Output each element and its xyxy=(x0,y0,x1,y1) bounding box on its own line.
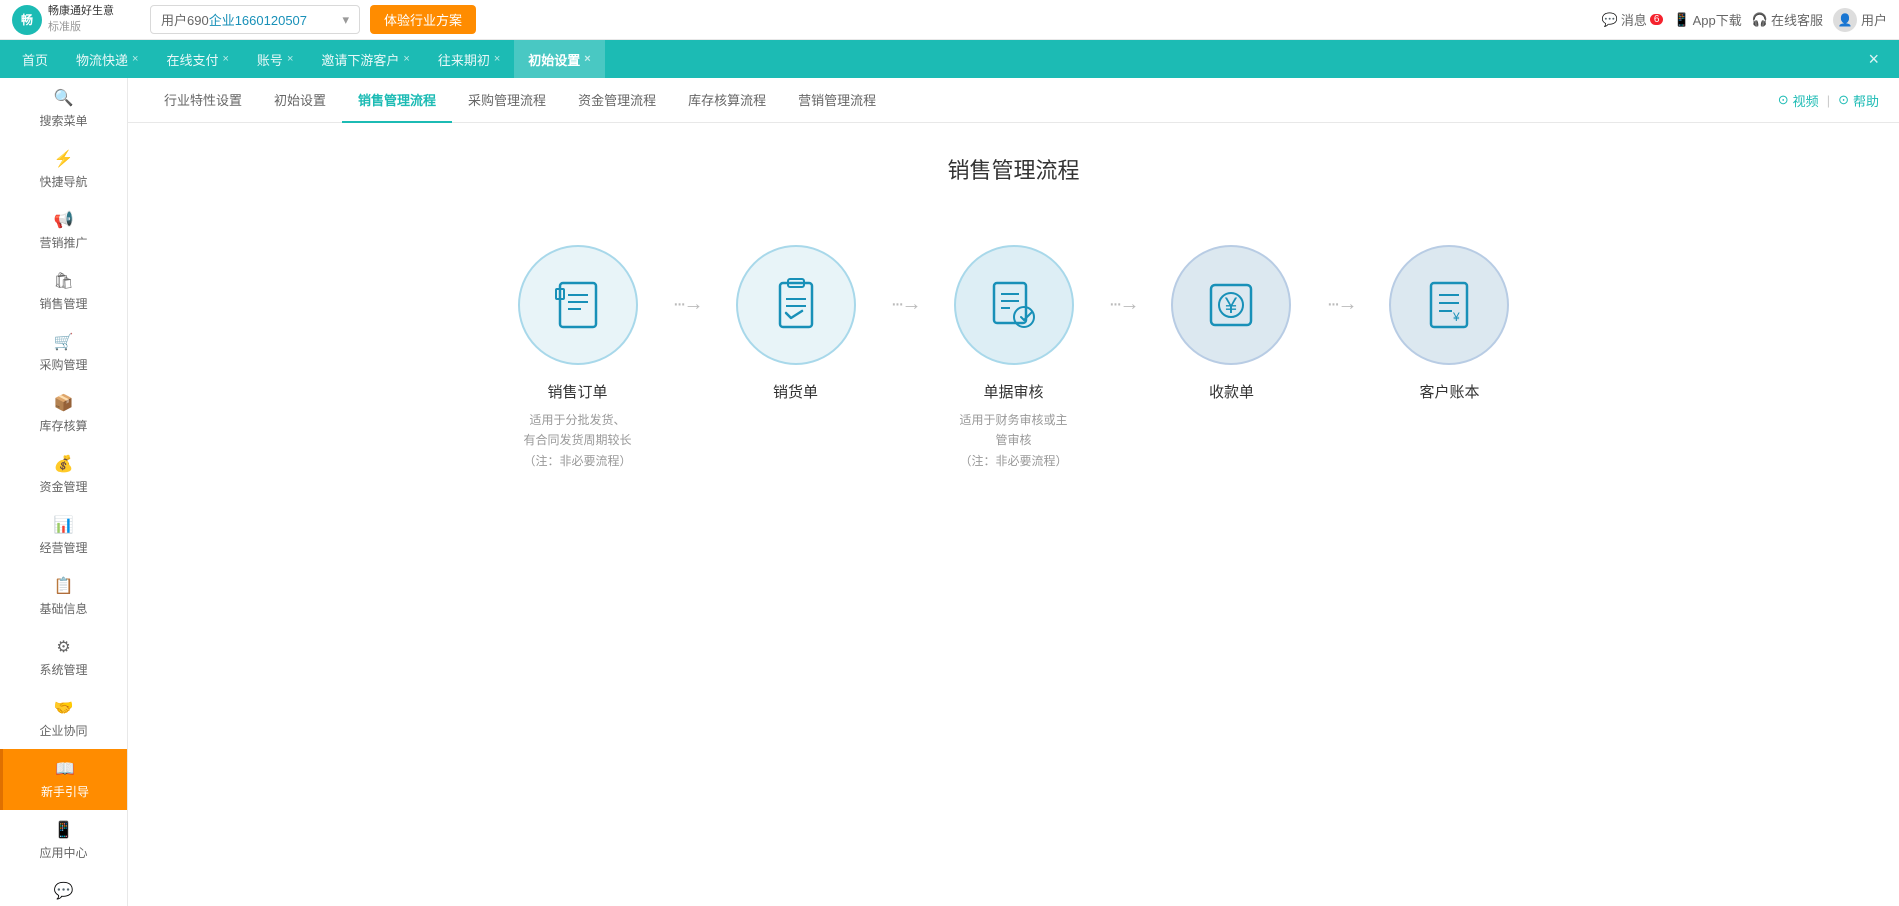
online-service-btn[interactable]: 🎧 在线客服 xyxy=(1752,10,1823,29)
flow-arrow-4: ···→ xyxy=(1326,245,1354,316)
search-icon: 🔍 xyxy=(54,88,74,108)
flow-diagram: 销售订单 适用于分批发货、有合同发货周期较长（注：非必要流程） ···→ xyxy=(168,245,1859,471)
user-label: 用户690企业1660120507 xyxy=(161,10,307,29)
phone-icon: 📱 xyxy=(1673,12,1689,28)
step-title-audit: 单据审核 xyxy=(983,381,1043,402)
step-desc-sales-order: 适用于分批发货、有合同发货周期较长（注：非必要流程） xyxy=(524,410,632,471)
subtab-marketing-flow[interactable]: 营销管理流程 xyxy=(782,78,892,123)
nav-tab-initial-setup[interactable]: 初始设置 × xyxy=(514,40,604,78)
step-desc-audit: 适用于财务审核或主管审核（注：非必要流程） xyxy=(959,410,1067,471)
subtab-industry[interactable]: 行业特性设置 xyxy=(148,78,258,123)
subtab-purchase-flow[interactable]: 采购管理流程 xyxy=(452,78,562,123)
nav-tab-home[interactable]: 首页 xyxy=(8,40,62,78)
app-icon: 📱 xyxy=(54,820,74,840)
sales-icon: 🛍 xyxy=(53,271,73,291)
subtab-stock-flow[interactable]: 库存核算流程 xyxy=(672,78,782,123)
logo: 畅 畅康通好生意 标准版 xyxy=(12,4,140,35)
flow-step-receipt[interactable]: ¥ 收款单 xyxy=(1141,245,1321,410)
close-icon[interactable]: × xyxy=(584,53,590,65)
nav-tab-payment[interactable]: 在线支付 × xyxy=(152,40,242,78)
sidebar-item-business[interactable]: 📊 经营管理 xyxy=(0,505,127,566)
close-icon[interactable]: × xyxy=(403,53,409,65)
subtab-initial[interactable]: 初始设置 xyxy=(258,78,342,123)
app-download-btn[interactable]: 📱 App下载 xyxy=(1673,10,1741,29)
sidebar-item-appcenter[interactable]: 📱 应用中心 xyxy=(0,810,127,871)
close-icon[interactable]: × xyxy=(132,53,138,65)
step-title-sales-order: 销售订单 xyxy=(548,381,608,402)
subtab-finance-flow[interactable]: 资金管理流程 xyxy=(562,78,672,123)
sidebar-item-basicinfo[interactable]: 📋 基础信息 xyxy=(0,566,127,627)
svg-text:¥: ¥ xyxy=(1224,293,1238,318)
finance-icon: 💰 xyxy=(54,454,74,474)
sidebar-item-sales[interactable]: 🛍 销售管理 xyxy=(0,261,127,322)
business-icon: 📊 xyxy=(54,515,74,535)
help-link[interactable]: ⊙ 帮助 xyxy=(1838,91,1879,110)
headset-icon: 🎧 xyxy=(1752,12,1768,28)
flow-step-sales-order[interactable]: 销售订单 适用于分批发货、有合同发货周期较长（注：非必要流程） xyxy=(488,245,668,471)
step-title-delivery: 销货单 xyxy=(773,381,818,402)
close-icon[interactable]: × xyxy=(222,53,228,65)
gear-icon: ⚙ xyxy=(56,637,70,657)
nav-tab-period[interactable]: 往来期初 × xyxy=(424,40,514,78)
step-title-account: 客户账本 xyxy=(1419,381,1479,402)
flow-arrow-2: ···→ xyxy=(891,245,919,316)
close-icon[interactable]: × xyxy=(494,53,500,65)
sidebar-item-marketing[interactable]: 📢 营销推广 xyxy=(0,200,127,261)
avatar-icon: 👤 xyxy=(1833,8,1857,32)
sidebar-item-enterprise[interactable]: 🤝 企业协同 xyxy=(0,688,127,749)
nav-close-all[interactable]: × xyxy=(1856,49,1891,70)
message-badge: 6 xyxy=(1650,14,1664,25)
info-icon: 📋 xyxy=(54,576,74,596)
logo-line1: 畅康通好生意 xyxy=(48,4,114,19)
flow-step-audit[interactable]: 单据审核 适用于财务审核或主管审核（注：非必要流程） xyxy=(924,245,1104,471)
help-icon: ⊙ xyxy=(1838,92,1849,108)
nav-tab-account[interactable]: 账号 × xyxy=(243,40,307,78)
stock-icon: 📦 xyxy=(54,393,74,413)
megaphone-icon: 📢 xyxy=(54,210,74,230)
sidebar-item-stock[interactable]: 📦 库存核算 xyxy=(0,383,127,444)
sidebar-item-corpwechat[interactable]: 💬 企业微信 xyxy=(0,871,127,906)
video-link[interactable]: ⊙ 视频 xyxy=(1778,91,1819,110)
messages-btn[interactable]: 💬 消息 6 xyxy=(1602,10,1664,29)
logo-line2: 标准版 xyxy=(48,20,114,35)
sidebar-item-finance[interactable]: 💰 资金管理 xyxy=(0,444,127,505)
wechat-icon: 💬 xyxy=(54,881,74,901)
step-title-receipt: 收款单 xyxy=(1209,381,1254,402)
subtab-sales-flow[interactable]: 销售管理流程 xyxy=(342,78,452,123)
nav-tab-invite[interactable]: 邀请下游客户 × xyxy=(307,40,423,78)
sidebar-item-guide[interactable]: 📖 新手引导 xyxy=(0,749,127,810)
sidebar-item-quicknav[interactable]: ⚡ 快捷导航 xyxy=(0,139,127,200)
flow-arrow-3: ···→ xyxy=(1109,245,1137,316)
user-avatar[interactable]: 👤 用户 xyxy=(1833,8,1887,32)
sidebar-item-search[interactable]: 🔍 搜索菜单 xyxy=(0,78,127,139)
message-icon: 💬 xyxy=(1602,12,1618,28)
handshake-icon: 🤝 xyxy=(54,698,74,718)
flow-step-delivery[interactable]: 销货单 xyxy=(706,245,886,410)
nav-tab-logistics[interactable]: 物流快递 × xyxy=(62,40,152,78)
experience-btn[interactable]: 体验行业方案 xyxy=(370,5,476,34)
flow-step-account[interactable]: ¥ 客户账本 xyxy=(1359,245,1539,410)
close-icon[interactable]: × xyxy=(287,53,293,65)
sidebar-item-purchase[interactable]: 🛒 采购管理 xyxy=(0,322,127,383)
guide-icon: 📖 xyxy=(55,759,75,779)
svg-text:¥: ¥ xyxy=(1452,310,1460,324)
chevron-down-icon: ▾ xyxy=(342,12,349,28)
page-title: 销售管理流程 xyxy=(168,153,1859,185)
flow-arrow-1: ···→ xyxy=(673,245,701,316)
user-selector[interactable]: 用户690企业1660120507 ▾ xyxy=(150,5,360,34)
sidebar-item-system[interactable]: ⚙ 系统管理 xyxy=(0,627,127,688)
rocket-icon: ⚡ xyxy=(54,149,74,169)
video-icon: ⊙ xyxy=(1778,92,1789,108)
purchase-icon: 🛒 xyxy=(54,332,74,352)
